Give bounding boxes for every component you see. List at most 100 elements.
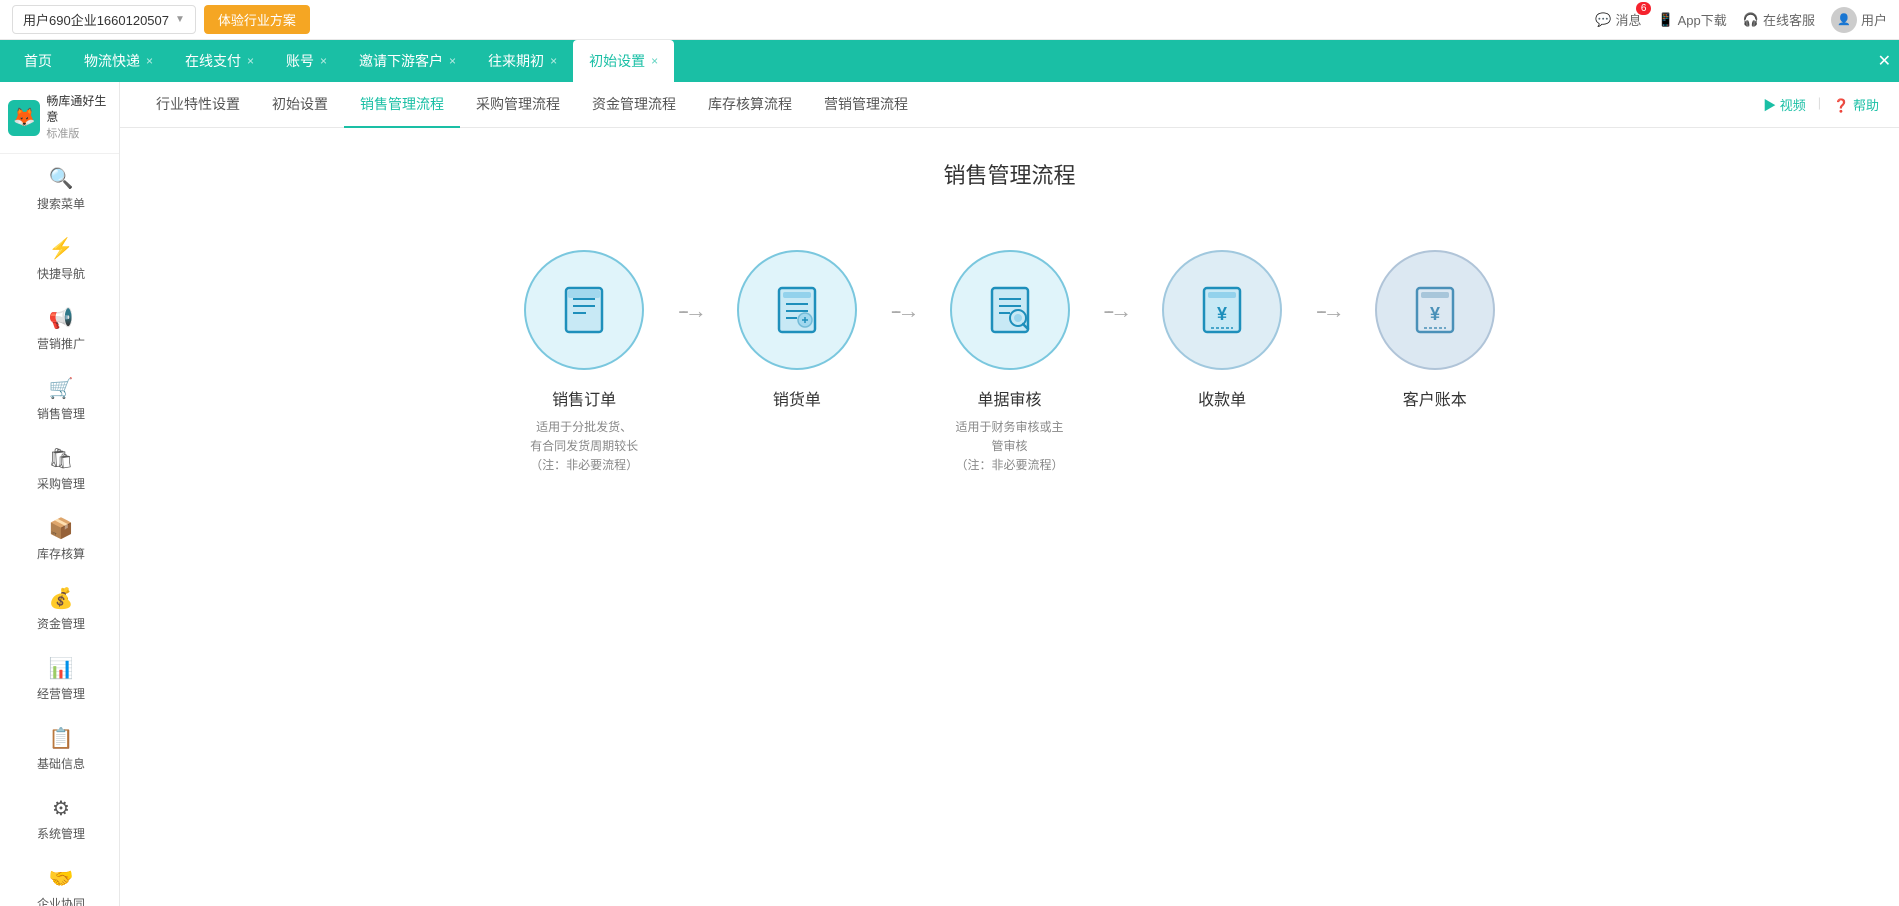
sidebar-item-search[interactable]: 🔍 搜索菜单 bbox=[0, 154, 119, 224]
app-icon: 📱 bbox=[1657, 12, 1673, 28]
close-all-tabs-button[interactable]: ✕ bbox=[1878, 51, 1891, 71]
sub-tab-finance-flow[interactable]: 资金管理流程 bbox=[576, 82, 692, 128]
flow-circle-sales-order[interactable] bbox=[524, 250, 644, 370]
video-help-link[interactable]: ▶ 视频 bbox=[1763, 95, 1806, 114]
finance-icon: 💰 bbox=[49, 586, 74, 611]
sub-tab-purchase-flow[interactable]: 采购管理流程 bbox=[460, 82, 576, 128]
nav-tab-invite[interactable]: 邀请下游客户 × bbox=[343, 40, 472, 82]
nav-tab-home-label: 首页 bbox=[24, 51, 52, 71]
play-icon: ▶ bbox=[1763, 98, 1776, 113]
sidebar-item-basic-info[interactable]: 📋 基础信息 bbox=[0, 714, 119, 784]
sidebar-sales-label: 销售管理 bbox=[37, 405, 85, 422]
nav-tab-logistics-label: 物流快递 bbox=[84, 51, 140, 71]
sub-tab-sales-flow[interactable]: 销售管理流程 bbox=[344, 82, 460, 128]
flow-arrow-1: --→ bbox=[674, 250, 707, 324]
close-icon[interactable]: × bbox=[146, 54, 153, 68]
logo-text-block: 畅库通好生意 标准版 bbox=[46, 94, 111, 141]
sub-tab-industry[interactable]: 行业特性设置 bbox=[140, 82, 256, 128]
sidebar-item-operations[interactable]: 📊 经营管理 bbox=[0, 644, 119, 714]
content-area: 行业特性设置 初始设置 销售管理流程 采购管理流程 资金管理流程 库存核算流程 … bbox=[120, 82, 1899, 906]
operations-icon: 📊 bbox=[49, 656, 74, 681]
nav-tab-period[interactable]: 往来期初 × bbox=[472, 40, 573, 82]
logo-text: 畅库通好生意 bbox=[46, 94, 111, 125]
sales-icon: 🛒 bbox=[49, 376, 74, 401]
flow-label-sales-order: 销售订单 bbox=[552, 386, 616, 410]
sub-tab-marketing-flow[interactable]: 营销管理流程 bbox=[808, 82, 924, 128]
sidebar-item-quick-nav[interactable]: ⚡ 快捷导航 bbox=[0, 224, 119, 294]
app-label: App下载 bbox=[1678, 10, 1727, 29]
page-content: 销售管理流程 销售订单 适用于分批发货、有合同发货周期较长（ bbox=[120, 128, 1899, 906]
page-title: 销售管理流程 bbox=[943, 158, 1075, 190]
sub-tab-sales-flow-label: 销售管理流程 bbox=[360, 96, 444, 112]
system-icon: ⚙ bbox=[52, 796, 70, 821]
service-item[interactable]: 🎧 在线客服 bbox=[1743, 10, 1815, 29]
nav-tab-account[interactable]: 账号 × bbox=[270, 40, 343, 82]
flow-step-invoice: 销货单 bbox=[707, 250, 887, 418]
flow-circle-receipt[interactable]: ¥ bbox=[1162, 250, 1282, 370]
flow-diagram: 销售订单 适用于分批发货、有合同发货周期较长（注：非必要流程） --→ bbox=[140, 250, 1879, 476]
receipt-icon: ¥ bbox=[1194, 282, 1250, 338]
sidebar-operations-label: 经营管理 bbox=[37, 685, 85, 702]
sidebar-item-system[interactable]: ⚙ 系统管理 bbox=[0, 784, 119, 854]
flow-desc-sales-order: 适用于分批发货、有合同发货周期较长（注：非必要流程） bbox=[530, 418, 638, 476]
help-link[interactable]: ❓ 帮助 bbox=[1833, 95, 1879, 114]
nav-tab-init-label: 初始设置 bbox=[589, 51, 645, 71]
sidebar-inventory-label: 库存核算 bbox=[37, 545, 85, 562]
sub-tab-inventory-flow[interactable]: 库存核算流程 bbox=[692, 82, 808, 128]
lightning-icon: ⚡ bbox=[49, 236, 74, 261]
basic-info-icon: 📋 bbox=[49, 726, 74, 751]
service-icon: 🎧 bbox=[1743, 12, 1759, 28]
sub-tab-init-label: 初始设置 bbox=[272, 96, 328, 112]
sidebar-basic-info-label: 基础信息 bbox=[37, 755, 85, 772]
flow-step-review: 单据审核 适用于财务审核或主管审核（注：非必要流程） bbox=[920, 250, 1100, 476]
close-icon[interactable]: × bbox=[651, 54, 658, 68]
trial-button[interactable]: 体验行业方案 bbox=[204, 5, 310, 34]
svg-text:¥: ¥ bbox=[1217, 304, 1227, 324]
sidebar-item-sales[interactable]: 🛒 销售管理 bbox=[0, 364, 119, 434]
flow-step-ledger: ¥ 客户账本 bbox=[1345, 250, 1525, 418]
nav-tab-invite-label: 邀请下游客户 bbox=[359, 51, 443, 71]
nav-tab-payment[interactable]: 在线支付 × bbox=[169, 40, 270, 82]
flow-label-receipt: 收款单 bbox=[1198, 386, 1246, 410]
sub-tab-finance-flow-label: 资金管理流程 bbox=[592, 96, 676, 112]
message-badge: 6 bbox=[1636, 2, 1652, 15]
sidebar-system-label: 系统管理 bbox=[37, 825, 85, 842]
close-icon[interactable]: × bbox=[247, 54, 254, 68]
close-icon[interactable]: × bbox=[320, 54, 327, 68]
invoice-icon bbox=[769, 282, 825, 338]
user-selector[interactable]: 用户690企业1660120507 ▼ bbox=[12, 5, 196, 34]
nav-tab-home[interactable]: 首页 bbox=[8, 40, 68, 82]
nav-tab-logistics[interactable]: 物流快递 × bbox=[68, 40, 169, 82]
close-icon[interactable]: × bbox=[449, 54, 456, 68]
sidebar-marketing-label: 营销推广 bbox=[37, 335, 85, 352]
sidebar-item-enterprise[interactable]: 🤝 企业协同 bbox=[0, 854, 119, 906]
purchase-icon: 🛍 bbox=[48, 446, 73, 471]
sidebar-purchase-label: 采购管理 bbox=[37, 475, 85, 492]
flow-circle-review[interactable] bbox=[950, 250, 1070, 370]
flow-circle-ledger[interactable]: ¥ bbox=[1375, 250, 1495, 370]
flow-step-receipt: ¥ 收款单 bbox=[1132, 250, 1312, 418]
nav-tabs: 首页 物流快递 × 在线支付 × 账号 × 邀请下游客户 × 往来期初 × 初始… bbox=[0, 40, 1899, 82]
sub-tab-init[interactable]: 初始设置 bbox=[256, 82, 344, 128]
flow-circle-invoice[interactable] bbox=[737, 250, 857, 370]
sidebar: 🦊 畅库通好生意 标准版 🔍 搜索菜单 ⚡ 快捷导航 📢 营销推广 🛒 销售管理… bbox=[0, 82, 120, 906]
flow-desc-review: 适用于财务审核或主管审核（注：非必要流程） bbox=[955, 418, 1063, 476]
sidebar-item-marketing[interactable]: 📢 营销推广 bbox=[0, 294, 119, 364]
nav-tab-init[interactable]: 初始设置 × bbox=[573, 40, 674, 82]
flow-label-invoice: 销货单 bbox=[773, 386, 821, 410]
sub-tab-industry-label: 行业特性设置 bbox=[156, 96, 240, 112]
app-download-item[interactable]: 📱 App下载 bbox=[1657, 10, 1726, 29]
sidebar-item-purchase[interactable]: 🛍 采购管理 bbox=[0, 434, 119, 504]
user-name: 用户 bbox=[1861, 10, 1887, 29]
flow-step-sales-order: 销售订单 适用于分批发货、有合同发货周期较长（注：非必要流程） bbox=[494, 250, 674, 476]
sub-tabs: 行业特性设置 初始设置 销售管理流程 采购管理流程 资金管理流程 库存核算流程 … bbox=[120, 82, 1899, 128]
sidebar-item-inventory[interactable]: 📦 库存核算 bbox=[0, 504, 119, 574]
marketing-icon: 📢 bbox=[49, 306, 74, 331]
inventory-icon: 📦 bbox=[49, 516, 74, 541]
close-icon[interactable]: × bbox=[550, 54, 557, 68]
user-item[interactable]: 👤 用户 bbox=[1831, 7, 1887, 33]
sidebar-item-finance[interactable]: 💰 资金管理 bbox=[0, 574, 119, 644]
service-label: 在线客服 bbox=[1763, 10, 1815, 29]
sub-tab-purchase-flow-label: 采购管理流程 bbox=[476, 96, 560, 112]
message-item[interactable]: 💬 消息 6 bbox=[1595, 10, 1641, 29]
